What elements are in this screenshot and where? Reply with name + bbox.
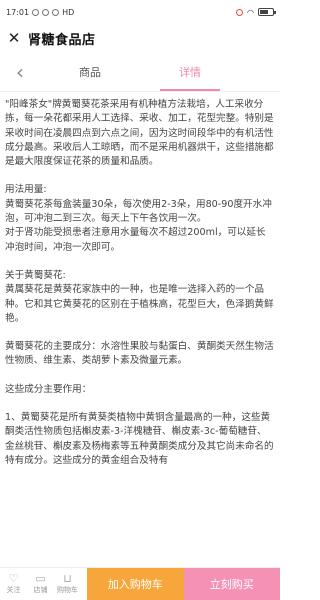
store-button[interactable]: ▭ 店铺 <box>27 568 54 600</box>
cart-icon: ⊔ <box>63 572 72 585</box>
bottom-action-bar: ♡ 关注 ▭ 店铺 ⊔ 购物车 加入购物车 立刻购买 <box>0 567 280 600</box>
follow-label: 关注 <box>6 586 21 594</box>
cart-label: 购物车 <box>57 586 78 594</box>
network-label: HD <box>62 7 75 17</box>
page-title: 肾糖食品店 <box>28 32 96 48</box>
store-icon: ▭ <box>35 572 46 585</box>
detail-content[interactable]: "阳峰茶女"牌黄蜀葵花茶采用有机种植方法栽培，人工采收分拣，每一朵花都采用人工选… <box>0 92 280 567</box>
tab-spacer <box>240 52 280 91</box>
status-bar: 17:01 HD ◠ <box>0 0 280 24</box>
usage-paragraph: 黄蜀葵花茶每盒装量30朵，每次使用2-3朵，用80-90度开水冲泡，可冲泡二到三… <box>5 198 272 225</box>
ingredients-paragraph: 黄蜀葵花的主要成分：水溶性果胶与黏蛋白、黄酮类天然生物活性物质、维生素、类胡萝卜… <box>5 341 274 367</box>
status-time: 17:01 <box>6 7 30 17</box>
store-label: 店铺 <box>33 586 48 594</box>
add-to-cart-button[interactable]: 加入购物车 <box>87 568 184 600</box>
buy-now-button[interactable]: 立刻购买 <box>183 568 280 600</box>
notification-icon <box>32 8 40 16</box>
title-bar: ✕ 肾糖食品店 <box>0 24 280 52</box>
usage-note-paragraph: 对于肾功能受损患者注意用水量每次不超过200ml，可以延长冲泡时间，冲泡一次即可… <box>5 227 266 253</box>
wifi-icon: ◠ <box>247 7 254 17</box>
about-paragraph: 黄属葵花是黄葵花家族中的一种，也是唯一选择入药的一个品种。它和其它黄葵花的区别在… <box>5 284 274 324</box>
status-right: ◠ <box>236 7 276 17</box>
tab-product[interactable]: 商品 <box>40 52 140 91</box>
effect-1-paragraph: 1、黄蜀葵花是所有黄葵类植物中黄铜含量最高的一种，这些黄酮类活性物质包括槲皮素-… <box>5 412 274 466</box>
tab-details[interactable]: 详情 <box>140 52 240 91</box>
follow-button[interactable]: ♡ 关注 <box>0 568 27 600</box>
notification-icon <box>42 8 50 16</box>
app-screen: 17:01 HD ◠ ✕ 肾糖食品店 ‹ 商品 详情 "阳峰茶女"牌黄蜀葵花茶采… <box>0 0 280 600</box>
chevron-left-icon[interactable]: ‹ <box>0 52 40 91</box>
heart-icon: ♡ <box>8 572 19 585</box>
cart-button[interactable]: ⊔ 购物车 <box>54 568 81 600</box>
status-left: 17:01 HD <box>6 8 74 17</box>
notification-icon <box>52 8 60 16</box>
usage-heading: 用法用量: <box>5 184 47 196</box>
alarm-icon <box>236 8 244 16</box>
battery-icon <box>258 8 276 16</box>
effects-heading: 这些成分主要作用： <box>5 383 92 395</box>
close-icon[interactable]: ✕ <box>7 31 21 46</box>
intro-paragraph: "阳峰茶女"牌黄蜀葵花茶采用有机种植方法栽培，人工采收分拣，每一朵花都采用人工选… <box>5 99 274 168</box>
tab-bar: ‹ 商品 详情 <box>0 52 280 92</box>
about-heading: 关于黄蜀葵花: <box>5 269 66 281</box>
